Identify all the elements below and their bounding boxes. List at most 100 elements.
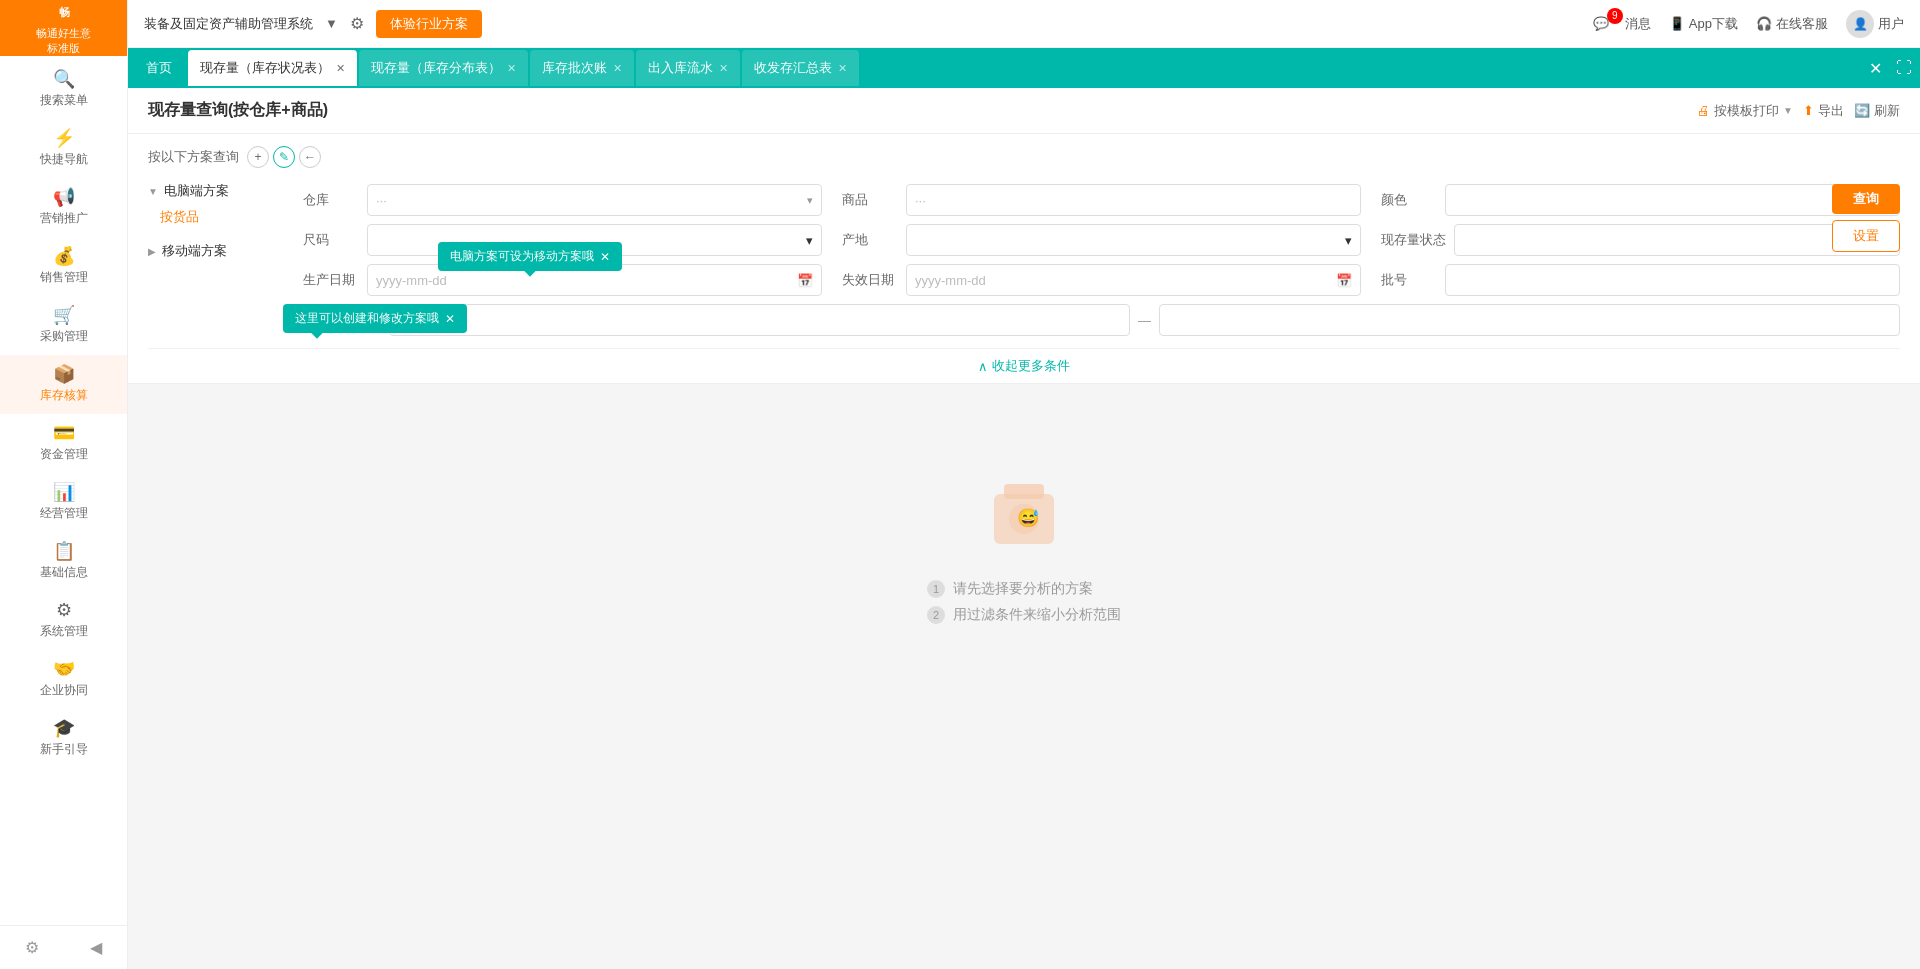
user-avatar: 👤 <box>1846 10 1874 38</box>
tab-close-inventory-batch[interactable]: ✕ <box>613 62 622 75</box>
industry-solution-button[interactable]: 体验行业方案 <box>376 10 482 38</box>
sidebar-item-inventory[interactable]: 📦 库存核算 <box>0 355 127 414</box>
filter-color: 颜色 ▾ <box>1381 184 1900 216</box>
expiry-date-input[interactable]: yyyy-mm-dd 📅 <box>906 264 1361 296</box>
brand-name: 畅通好生意 <box>36 26 91 41</box>
tooltip-pc-close[interactable]: ✕ <box>600 250 610 264</box>
edit-scheme-button[interactable]: ✎ <box>273 146 295 168</box>
message-button[interactable]: 💬 9 消息 <box>1593 15 1651 33</box>
tab-fullscreen-icon[interactable]: ⛶ <box>1892 57 1916 79</box>
scheme-mobile-arrow: ▶ <box>148 246 156 257</box>
header-left: 装备及固定资产辅助管理系统 ▼ ⚙ 体验行业方案 <box>144 10 482 38</box>
tab-inventory-batch[interactable]: 库存批次账 ✕ <box>530 50 634 86</box>
sidebar-item-marketing[interactable]: 📢 营销推广 <box>0 178 127 237</box>
empty-tip-2: 2 用过滤条件来缩小分析范围 <box>927 606 1121 624</box>
search-button[interactable]: 查询 <box>1832 184 1900 214</box>
tooltip-scheme-close[interactable]: ✕ <box>445 312 455 326</box>
sidebar-item-label: 采购管理 <box>40 328 88 345</box>
empty-state: 😅 1 请先选择要分析的方案 2 用过滤条件来缩小分析范围 <box>128 384 1920 704</box>
size-label: 尺码 <box>303 231 359 249</box>
sidebar-item-system[interactable]: ⚙ 系统管理 <box>0 591 127 650</box>
inventory-min-input[interactable] <box>389 304 1130 336</box>
scheme-item-goods[interactable]: 按货品 <box>160 204 288 230</box>
search-menu-icon: 🔍 <box>53 70 75 88</box>
settings-icon[interactable]: ⚙ <box>21 934 43 961</box>
tab-received-summary[interactable]: 收发存汇总表 ✕ <box>742 50 859 86</box>
header: 装备及固定资产辅助管理系统 ▼ ⚙ 体验行业方案 💬 9 消息 📱 App下载 … <box>128 0 1920 48</box>
svg-text:😅: 😅 <box>1017 507 1040 529</box>
inventory-max-input[interactable] <box>1159 304 1900 336</box>
empty-tips: 1 请先选择要分析的方案 2 用过滤条件来缩小分析范围 <box>927 580 1121 624</box>
sidebar-item-label: 系统管理 <box>40 623 88 640</box>
page-header: 现存量查询(按仓库+商品) 🖨 按模板打印 ▼ ⬆ 导出 🔄 刷新 <box>128 88 1920 134</box>
scheme-pc-label: 电脑端方案 <box>164 182 229 200</box>
main-area: 装备及固定资产辅助管理系统 ▼ ⚙ 体验行业方案 💬 9 消息 📱 App下载 … <box>128 0 1920 969</box>
print-icon: 🖨 <box>1697 103 1710 118</box>
origin-select[interactable]: ▾ <box>906 224 1361 256</box>
tab-close-inventory-status[interactable]: ✕ <box>336 62 345 75</box>
sidebar-nav: 🔍 搜索菜单 ⚡ 快捷导航 📢 营销推广 💰 销售管理 🛒 采购管理 📦 库存核… <box>0 56 127 925</box>
tab-home[interactable]: 首页 <box>132 50 186 86</box>
tab-in-out-flow[interactable]: 出入库流水 ✕ <box>636 50 740 86</box>
sidebar-item-purchase[interactable]: 🛒 采购管理 <box>0 296 127 355</box>
user-menu-button[interactable]: 👤 用户 <box>1846 10 1904 38</box>
warehouse-dots: ··· <box>376 193 387 208</box>
print-button[interactable]: 🖨 按模板打印 ▼ <box>1697 102 1793 120</box>
tab-close-in-out-flow[interactable]: ✕ <box>719 62 728 75</box>
sidebar-item-guide[interactable]: 🎓 新手引导 <box>0 709 127 768</box>
batch-label: 批号 <box>1381 271 1437 289</box>
system-dropdown-icon[interactable]: ▼ <box>325 16 338 31</box>
svg-text:畅: 畅 <box>58 6 69 18</box>
sidebar-item-quick-nav[interactable]: ⚡ 快捷导航 <box>0 119 127 178</box>
user-avatar-initial: 👤 <box>1853 17 1868 31</box>
goods-select[interactable]: ··· <box>906 184 1361 216</box>
cooperation-icon: 🤝 <box>53 660 75 678</box>
filter-area: 按以下方案查询 + ✎ ← 电脑方案可设为移动方案哦 ✕ 这里可以创建和修改方案… <box>128 134 1920 384</box>
sidebar-item-operations[interactable]: 📊 经营管理 <box>0 473 127 532</box>
header-right: 💬 9 消息 📱 App下载 🎧 在线客服 👤 用户 <box>1593 10 1904 38</box>
guide-icon: 🎓 <box>53 719 75 737</box>
sidebar-item-finance[interactable]: 💳 资金管理 <box>0 414 127 473</box>
tooltip-scheme-text: 这里可以创建和修改方案哦 <box>295 310 439 327</box>
scheme-mobile-label: 移动端方案 <box>162 242 227 260</box>
back-scheme-button[interactable]: ← <box>299 146 321 168</box>
production-date-calendar-icon[interactable]: 📅 <box>797 273 813 288</box>
tab-close-received-summary[interactable]: ✕ <box>838 62 847 75</box>
size-chevron: ▾ <box>806 233 813 248</box>
warehouse-select[interactable]: ··· ▾ <box>367 184 822 216</box>
collapse-sidebar-icon[interactable]: ◀ <box>86 934 106 961</box>
page-actions: 🖨 按模板打印 ▼ ⬆ 导出 🔄 刷新 <box>1697 102 1900 120</box>
inventory-status-label: 现存量状态 <box>1381 231 1446 249</box>
filter-header: 按以下方案查询 + ✎ ← <box>148 146 1900 168</box>
export-icon: ⬆ <box>1803 103 1814 118</box>
sidebar-footer: ⚙ ◀ <box>0 925 127 969</box>
filter-label: 按以下方案查询 <box>148 148 239 166</box>
expiry-date-label: 失效日期 <box>842 271 898 289</box>
sidebar-item-sales[interactable]: 💰 销售管理 <box>0 237 127 296</box>
export-button[interactable]: ⬆ 导出 <box>1803 102 1844 120</box>
tab-inventory-dist[interactable]: 现存量（库存分布表） ✕ <box>359 50 528 86</box>
finance-icon: 💳 <box>53 424 75 442</box>
sidebar-item-label: 快捷导航 <box>40 151 88 168</box>
color-label: 颜色 <box>1381 191 1437 209</box>
app-download-button[interactable]: 📱 App下载 <box>1669 15 1738 33</box>
tooltip-create-scheme: 这里可以创建和修改方案哦 ✕ <box>283 304 467 333</box>
sidebar-item-cooperation[interactable]: 🤝 企业协同 <box>0 650 127 709</box>
expiry-date-calendar-icon[interactable]: 📅 <box>1336 273 1352 288</box>
online-support-button[interactable]: 🎧 在线客服 <box>1756 15 1828 33</box>
sidebar-item-basic-info[interactable]: 📋 基础信息 <box>0 532 127 591</box>
quick-nav-icon: ⚡ <box>53 129 75 147</box>
sidebar-item-search-menu[interactable]: 🔍 搜索菜单 <box>0 60 127 119</box>
collapse-filter-bar[interactable]: ∧ 收起更多条件 <box>148 348 1900 383</box>
add-scheme-button[interactable]: + <box>247 146 269 168</box>
tip-num-1: 1 <box>927 580 945 598</box>
tab-close-all-icon[interactable]: ✕ <box>1865 57 1886 80</box>
scheme-item-label: 按货品 <box>160 208 199 226</box>
page-title: 现存量查询(按仓库+商品) <box>148 100 328 121</box>
tab-close-inventory-dist[interactable]: ✕ <box>507 62 516 75</box>
batch-input[interactable] <box>1445 264 1900 296</box>
refresh-button[interactable]: 🔄 刷新 <box>1854 102 1900 120</box>
header-settings-icon[interactable]: ⚙ <box>350 14 364 33</box>
tab-inventory-status[interactable]: 现存量（库存状况表） ✕ <box>188 50 357 86</box>
set-button[interactable]: 设置 <box>1832 220 1900 252</box>
